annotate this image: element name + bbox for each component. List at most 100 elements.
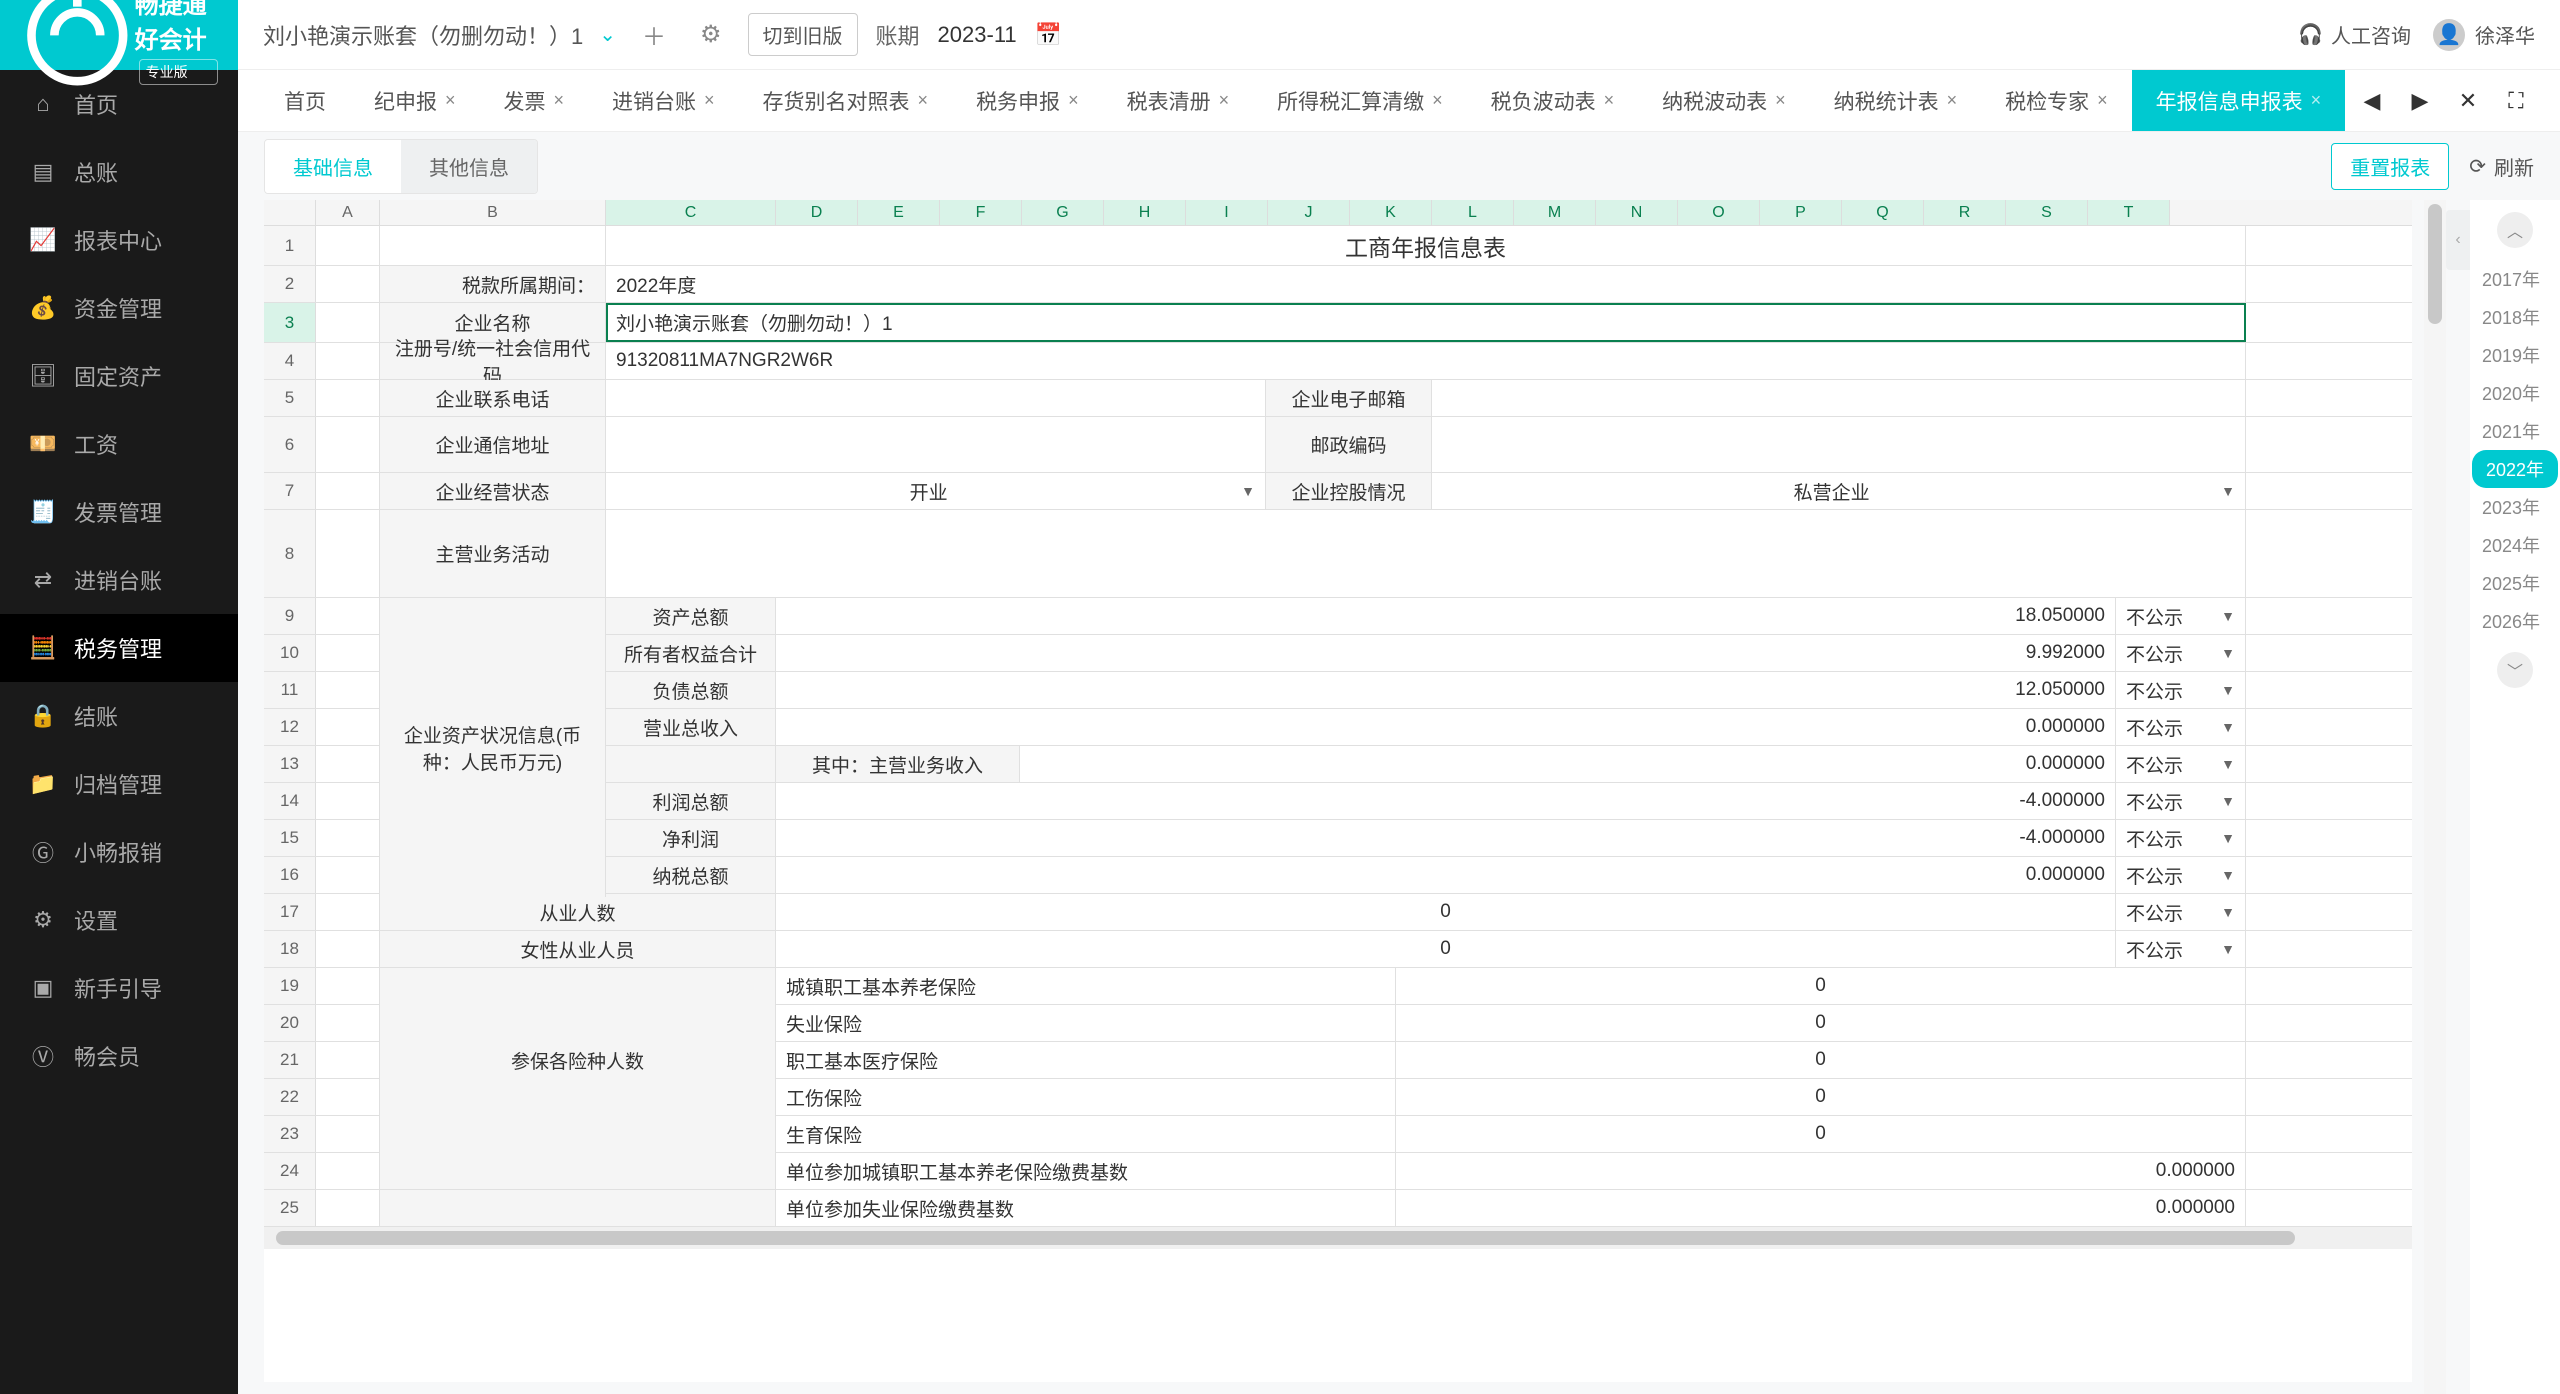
year-option[interactable]: 2025年: [2472, 564, 2558, 602]
tab-7[interactable]: 所得税汇算清缴×: [1253, 70, 1467, 131]
addr-value[interactable]: [606, 417, 1266, 472]
year-option[interactable]: 2020年: [2472, 374, 2558, 412]
base-value[interactable]: 0.000000: [1396, 1153, 2246, 1189]
ins-value[interactable]: 0: [1396, 968, 2246, 1004]
ins-value[interactable]: 0: [1396, 1079, 2246, 1115]
sidebar-item-ledger[interactable]: ▤总账: [0, 138, 238, 206]
sidebar-item-purchase[interactable]: ⇄进销台账: [0, 546, 238, 614]
close-icon[interactable]: ×: [445, 90, 456, 111]
row-header[interactable]: 8: [264, 510, 316, 597]
row-header[interactable]: 17: [264, 894, 316, 930]
dropdown-cell[interactable]: 不公示▼: [2116, 857, 2246, 893]
row-header[interactable]: 25: [264, 1190, 316, 1226]
row-header[interactable]: 7: [264, 473, 316, 509]
status-dropdown[interactable]: 开业▼: [606, 473, 1266, 509]
reset-report-button[interactable]: 重置报表: [2331, 143, 2449, 190]
close-icon[interactable]: ×: [918, 90, 929, 111]
dropdown-cell[interactable]: 不公示▼: [2116, 709, 2246, 745]
row-header[interactable]: 15: [264, 820, 316, 856]
row-header[interactable]: 22: [264, 1079, 316, 1115]
col-header-J[interactable]: J: [1268, 200, 1350, 225]
row-header[interactable]: 24: [264, 1153, 316, 1189]
dropdown-cell[interactable]: 不公示▼: [2116, 894, 2246, 930]
sidebar-item-archive[interactable]: 📁归档管理: [0, 750, 238, 818]
col-header-Q[interactable]: Q: [1842, 200, 1924, 225]
email-value[interactable]: [1432, 380, 2246, 416]
tab-2[interactable]: 发票×: [480, 70, 589, 131]
year-up-button[interactable]: ︿: [2497, 212, 2533, 248]
sidebar-item-guide[interactable]: ▣新手引导: [0, 954, 238, 1022]
tab-11[interactable]: 税检专家×: [1981, 70, 2132, 131]
asset-value[interactable]: -4.000000: [776, 783, 2116, 819]
col-header-I[interactable]: I: [1186, 200, 1268, 225]
tab-0[interactable]: 首页: [260, 70, 350, 131]
dropdown-cell[interactable]: 不公示▼: [2116, 672, 2246, 708]
col-header-S[interactable]: S: [2006, 200, 2088, 225]
year-option[interactable]: 2018年: [2472, 298, 2558, 336]
asset-value[interactable]: 12.050000: [776, 672, 2116, 708]
add-icon[interactable]: ＋: [634, 17, 674, 52]
row-header[interactable]: 10: [264, 635, 316, 671]
user-menu[interactable]: 👤 徐泽华: [2433, 19, 2535, 51]
sidebar-item-vip[interactable]: Ⓥ畅会员: [0, 1022, 238, 1090]
row-header[interactable]: 21: [264, 1042, 316, 1078]
tab-6[interactable]: 税表清册×: [1103, 70, 1254, 131]
close-icon[interactable]: ×: [1068, 90, 1079, 111]
period-value[interactable]: 2023-11: [938, 22, 1017, 48]
tab-5[interactable]: 税务申报×: [952, 70, 1103, 131]
col-header-K[interactable]: K: [1350, 200, 1432, 225]
subtab-basic[interactable]: 基础信息: [265, 140, 401, 193]
row-header[interactable]: 16: [264, 857, 316, 893]
calendar-icon[interactable]: 📅: [1035, 22, 1062, 48]
sidebar-item-assets[interactable]: 🗄固定资产: [0, 342, 238, 410]
fem-value[interactable]: 0: [776, 931, 2116, 967]
ins-value[interactable]: 0: [1396, 1042, 2246, 1078]
base-value[interactable]: 0.000000: [1396, 1190, 2246, 1226]
row-header[interactable]: 4: [264, 343, 316, 379]
close-icon[interactable]: ×: [554, 90, 565, 111]
col-header-F[interactable]: F: [940, 200, 1022, 225]
dropdown-cell[interactable]: 不公示▼: [2116, 931, 2246, 967]
emp-value[interactable]: 0: [776, 894, 2116, 930]
row-header[interactable]: 5: [264, 380, 316, 416]
gear-icon[interactable]: ⚙: [692, 20, 730, 49]
zip-value[interactable]: [1432, 417, 2246, 472]
col-header-B[interactable]: B: [380, 200, 606, 225]
col-header-C[interactable]: C: [606, 200, 776, 225]
sidebar-item-salary[interactable]: 💴工资: [0, 410, 238, 478]
row-header[interactable]: 13: [264, 746, 316, 782]
dropdown-cell[interactable]: 不公示▼: [2116, 746, 2246, 782]
row-header[interactable]: 11: [264, 672, 316, 708]
asset-value[interactable]: -4.000000: [776, 820, 2116, 856]
tab-10[interactable]: 纳税统计表×: [1810, 70, 1982, 131]
col-header-D[interactable]: D: [776, 200, 858, 225]
account-selector[interactable]: 刘小艳演示账套（勿删勿动！）1 ⌄: [263, 19, 616, 51]
tab-12[interactable]: 年报信息申报表×: [2132, 70, 2346, 131]
company-value[interactable]: 刘小艳演示账套（勿删勿动！）1: [606, 303, 2246, 342]
col-header-E[interactable]: E: [858, 200, 940, 225]
close-icon[interactable]: ×: [1604, 90, 1615, 111]
asset-value[interactable]: 18.050000: [776, 598, 2116, 634]
row-header[interactable]: 12: [264, 709, 316, 745]
year-option[interactable]: 2021年: [2472, 412, 2558, 450]
vertical-scrollbar[interactable]: [2424, 200, 2446, 1394]
year-option[interactable]: 2017年: [2472, 260, 2558, 298]
col-header-M[interactable]: M: [1514, 200, 1596, 225]
close-icon[interactable]: ×: [2311, 90, 2322, 111]
main-biz-value[interactable]: [606, 510, 2246, 597]
asset-value[interactable]: 0.000000: [776, 857, 2116, 893]
row-header[interactable]: 1: [264, 226, 316, 265]
dropdown-cell[interactable]: 不公示▼: [2116, 820, 2246, 856]
col-header-O[interactable]: O: [1678, 200, 1760, 225]
spreadsheet[interactable]: ABCDEFGHIJKLMNOPQRST 1工商年报信息表2税款所属期间：202…: [264, 200, 2412, 1382]
col-header-R[interactable]: R: [1924, 200, 2006, 225]
row-header[interactable]: 18: [264, 931, 316, 967]
year-option[interactable]: 2023年: [2472, 488, 2558, 526]
asset-value[interactable]: 0.000000: [776, 709, 2116, 745]
select-all-corner[interactable]: [264, 200, 316, 225]
col-header-G[interactable]: G: [1022, 200, 1104, 225]
row-header[interactable]: 2: [264, 266, 316, 302]
close-icon[interactable]: ×: [1775, 90, 1786, 111]
close-icon[interactable]: ×: [1432, 90, 1443, 111]
dropdown-cell[interactable]: 不公示▼: [2116, 635, 2246, 671]
